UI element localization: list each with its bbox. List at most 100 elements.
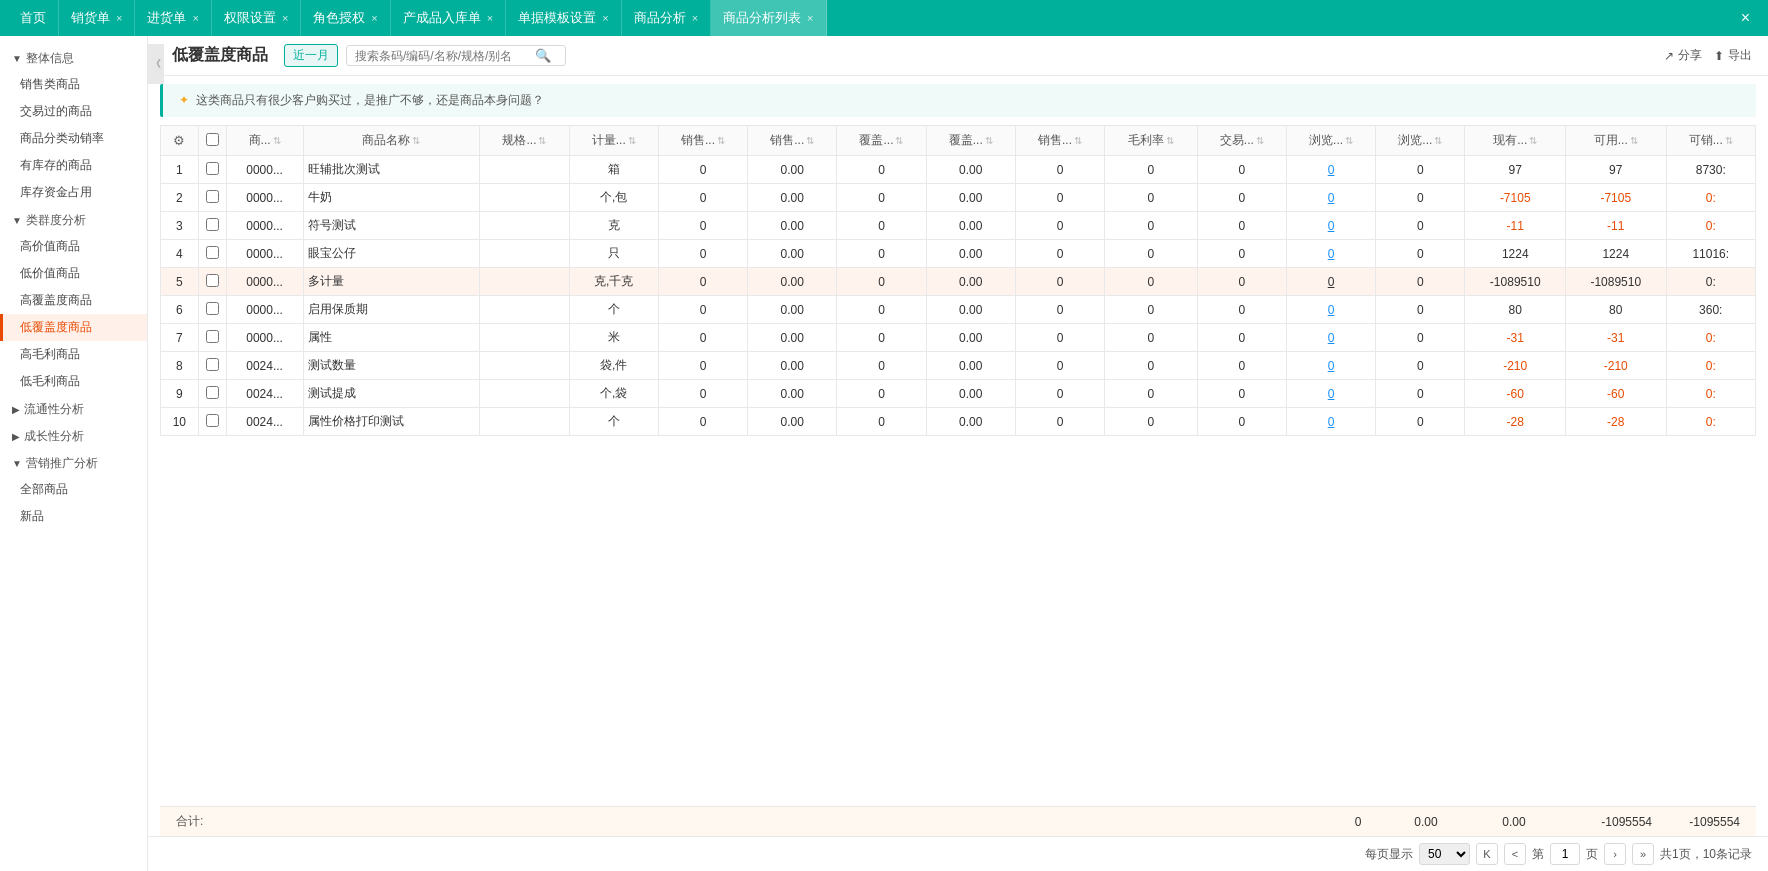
row-select-checkbox[interactable] [206, 274, 219, 287]
prev-page-button[interactable]: < [1504, 843, 1526, 865]
row-checkbox[interactable] [198, 212, 226, 240]
close-icon[interactable]: × [602, 12, 608, 24]
nav-tab-purchase[interactable]: 进货单 × [135, 0, 211, 36]
close-icon[interactable]: × [116, 12, 122, 24]
col-saleable[interactable]: 可销...⇅ [1666, 126, 1755, 156]
row-browse1[interactable]: 0 [1286, 324, 1375, 352]
export-button[interactable]: ⬆ 导出 [1714, 47, 1752, 64]
col-current[interactable]: 现有...⇅ [1465, 126, 1566, 156]
nav-tab-permission[interactable]: 权限设置 × [212, 0, 301, 36]
row-browse1[interactable]: 0 [1286, 296, 1375, 324]
sidebar-item-all-goods[interactable]: 全部商品 [0, 476, 147, 503]
nav-tab-template[interactable]: 单据模板设置 × [506, 0, 621, 36]
sidebar-item-traded-goods[interactable]: 交易过的商品 [0, 98, 147, 125]
row-current: -210 [1465, 352, 1566, 380]
col-code[interactable]: 商...⇅ [226, 126, 303, 156]
nav-tab-warehouse[interactable]: 产成品入库单 × [391, 0, 506, 36]
row-checkbox[interactable] [198, 296, 226, 324]
data-table-wrapper[interactable]: ⚙ 商...⇅ 商品名称⇅ 规格...⇅ 计量...⇅ 销售...⇅ 销售...… [160, 125, 1756, 806]
row-checkbox[interactable] [198, 324, 226, 352]
row-select-checkbox[interactable] [206, 330, 219, 343]
row-checkbox[interactable] [198, 380, 226, 408]
sidebar-item-in-stock[interactable]: 有库存的商品 [0, 152, 147, 179]
col-trade[interactable]: 交易...⇅ [1197, 126, 1286, 156]
row-select-checkbox[interactable] [206, 246, 219, 259]
sidebar-collapse-button[interactable]: 《 [148, 44, 164, 84]
row-select-checkbox[interactable] [206, 162, 219, 175]
search-input[interactable] [355, 49, 535, 63]
sidebar-section-overall[interactable]: ▼ 整体信息 [0, 44, 147, 71]
row-checkbox[interactable] [198, 408, 226, 436]
col-cover2[interactable]: 覆盖...⇅ [926, 126, 1015, 156]
col-available[interactable]: 可用...⇅ [1566, 126, 1667, 156]
col-sales2[interactable]: 销售...⇅ [1015, 126, 1104, 156]
row-select-checkbox[interactable] [206, 302, 219, 315]
next-page-button[interactable]: › [1604, 843, 1626, 865]
close-icon[interactable]: × [487, 12, 493, 24]
sidebar-item-high-value[interactable]: 高价值商品 [0, 233, 147, 260]
nav-tab-role[interactable]: 角色授权 × [301, 0, 390, 36]
col-settings[interactable]: ⚙ [161, 126, 199, 156]
row-select-checkbox[interactable] [206, 414, 219, 427]
col-unit[interactable]: 计量...⇅ [569, 126, 658, 156]
col-gross-margin[interactable]: 毛利率⇅ [1105, 126, 1198, 156]
nav-tab-home[interactable]: 首页 [8, 0, 59, 36]
close-icon[interactable]: × [371, 12, 377, 24]
sidebar-section-marketing[interactable]: ▼ 营销推广分析 [0, 449, 147, 476]
col-browse1[interactable]: 浏览...⇅ [1286, 126, 1375, 156]
sidebar-item-new-goods[interactable]: 新品 [0, 503, 147, 530]
row-checkbox[interactable] [198, 184, 226, 212]
close-icon[interactable]: × [282, 12, 288, 24]
window-close-button[interactable]: × [1731, 9, 1760, 27]
sidebar-item-sales-goods[interactable]: 销售类商品 [0, 71, 147, 98]
row-select-checkbox[interactable] [206, 386, 219, 399]
first-page-button[interactable]: K [1476, 843, 1498, 865]
row-checkbox[interactable] [198, 156, 226, 184]
last-page-button[interactable]: » [1632, 843, 1654, 865]
row-checkbox[interactable] [198, 240, 226, 268]
sidebar-section-liquidity[interactable]: ▶ 流通性分析 [0, 395, 147, 422]
nav-tab-goods-analysis[interactable]: 商品分析 × [622, 0, 711, 36]
chevron-right-icon: ▶ [12, 404, 20, 415]
row-browse1[interactable]: 0 [1286, 212, 1375, 240]
row-select-checkbox[interactable] [206, 218, 219, 231]
sidebar-item-low-margin[interactable]: 低毛利商品 [0, 368, 147, 395]
per-page-select[interactable]: 50 20 100 200 [1419, 843, 1470, 865]
sidebar-item-low-value[interactable]: 低价值商品 [0, 260, 147, 287]
sidebar-item-high-margin[interactable]: 高毛利商品 [0, 341, 147, 368]
nav-tab-sales[interactable]: 销货单 × [59, 0, 135, 36]
share-button[interactable]: ↗ 分享 [1664, 47, 1702, 64]
col-browse2[interactable]: 浏览...⇅ [1376, 126, 1465, 156]
settings-icon[interactable]: ⚙ [173, 133, 185, 148]
col-cover1[interactable]: 覆盖...⇅ [837, 126, 926, 156]
col-name[interactable]: 商品名称⇅ [303, 126, 480, 156]
col-spec[interactable]: 规格...⇅ [480, 126, 569, 156]
col-sales-qty[interactable]: 销售...⇅ [658, 126, 747, 156]
close-icon[interactable]: × [807, 12, 813, 24]
row-select-checkbox[interactable] [206, 190, 219, 203]
row-browse1[interactable]: 0 [1286, 240, 1375, 268]
sidebar-item-high-coverage[interactable]: 高覆盖度商品 [0, 287, 147, 314]
sidebar-section-growth[interactable]: ▶ 成长性分析 [0, 422, 147, 449]
filter-period-button[interactable]: 近一月 [284, 44, 338, 67]
sidebar-item-category-rate[interactable]: 商品分类动销率 [0, 125, 147, 152]
col-sales-amt[interactable]: 销售...⇅ [748, 126, 837, 156]
row-browse1[interactable]: 0 [1286, 408, 1375, 436]
current-page-input[interactable] [1550, 843, 1580, 865]
nav-tab-goods-analysis-list[interactable]: 商品分析列表 × [711, 0, 826, 36]
row-cover1: 0 [837, 324, 926, 352]
select-all-checkbox[interactable] [206, 133, 219, 146]
row-select-checkbox[interactable] [206, 358, 219, 371]
sidebar-item-low-coverage[interactable]: 低覆盖度商品 [0, 314, 147, 341]
close-icon[interactable]: × [692, 12, 698, 24]
row-browse1[interactable]: 0 [1286, 352, 1375, 380]
row-browse1[interactable]: 0 [1286, 184, 1375, 212]
row-checkbox[interactable] [198, 268, 226, 296]
row-checkbox[interactable] [198, 352, 226, 380]
sidebar-item-stock-fund[interactable]: 库存资金占用 [0, 179, 147, 206]
sidebar-section-cluster[interactable]: ▼ 类群度分析 [0, 206, 147, 233]
close-icon[interactable]: × [192, 12, 198, 24]
row-browse1[interactable]: 0 [1286, 156, 1375, 184]
row-browse1[interactable]: 0 [1286, 268, 1375, 296]
row-browse1[interactable]: 0 [1286, 380, 1375, 408]
